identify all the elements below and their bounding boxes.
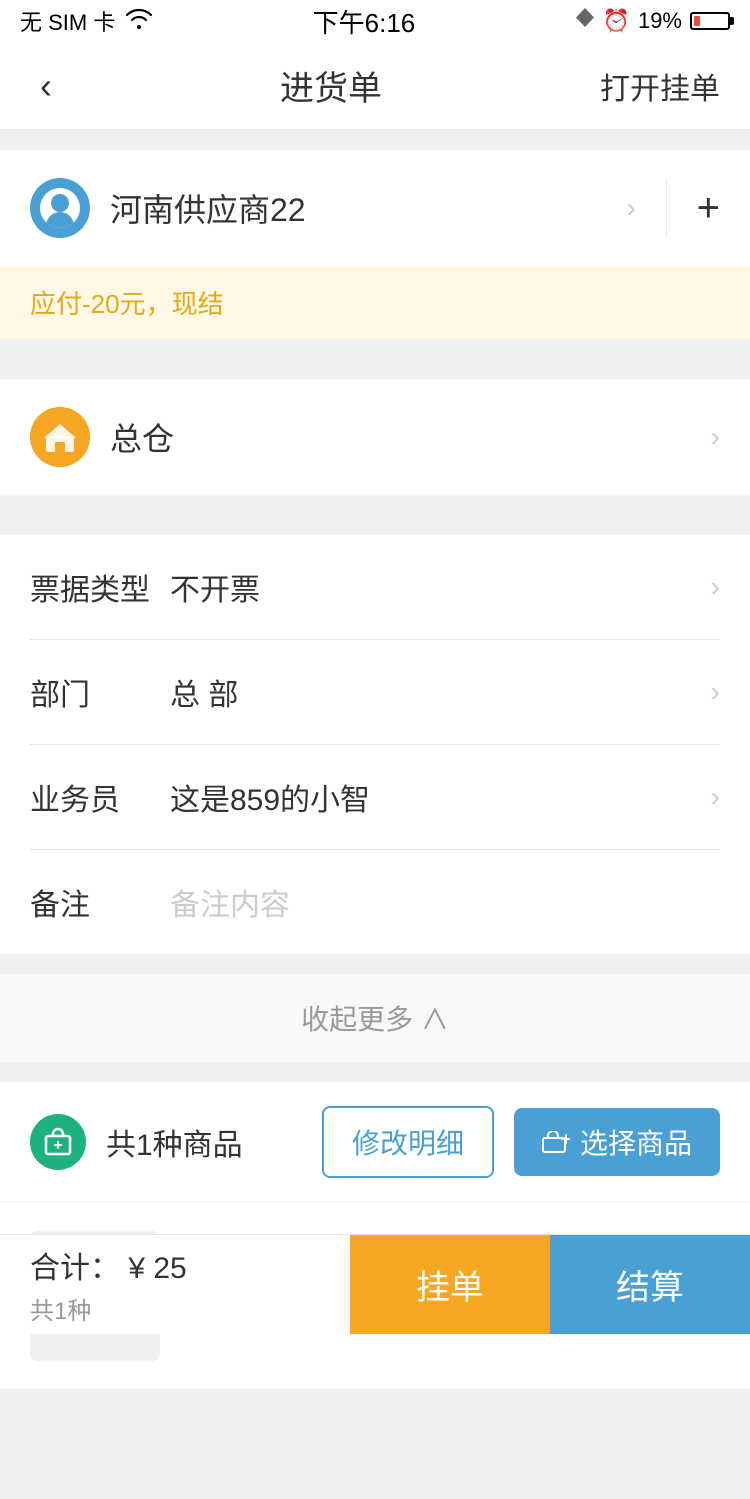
- divider-3: [0, 495, 750, 515]
- invoice-row[interactable]: 票据类型 不开票 ›: [0, 535, 750, 639]
- status-time: 下午6:16: [313, 3, 416, 40]
- staff-label: 业务员: [30, 775, 170, 819]
- form-section: 票据类型 不开票 › 部门 总 部 › 业务员 这是859的小智 › 备注 备注…: [0, 535, 750, 954]
- supplier-chevron-icon: ›: [626, 192, 635, 224]
- staff-row[interactable]: 业务员 这是859的小智 ›: [0, 745, 750, 849]
- bottom-spacer: [0, 1389, 750, 1499]
- add-supplier-button[interactable]: +: [697, 186, 720, 231]
- staff-chevron-icon: ›: [711, 781, 720, 813]
- page-title: 进货单: [280, 61, 382, 110]
- checkout-button[interactable]: 结算: [550, 1235, 750, 1334]
- total-label: 合计：: [30, 1252, 120, 1285]
- total-sub: 共1种: [30, 1291, 320, 1326]
- supplier-row[interactable]: 河南供应商22 › +: [0, 150, 750, 266]
- battery-percent: 19%: [638, 8, 682, 34]
- notice-text: 应付-20元，现结: [30, 289, 224, 319]
- dept-chevron-icon: ›: [711, 676, 720, 708]
- warehouse-name: 总仓: [110, 414, 711, 460]
- total-section: 合计： ¥ 25 共1种: [0, 1235, 350, 1334]
- carrier-label: 无 SIM 卡: [20, 5, 115, 37]
- battery-icon: [690, 12, 730, 30]
- total-main: 合计： ¥ 25: [30, 1243, 320, 1287]
- products-count: 共1种商品: [106, 1120, 322, 1164]
- products-icon: [30, 1114, 86, 1170]
- warehouse-row[interactable]: 总仓 ›: [0, 379, 750, 495]
- location-icon: [575, 7, 595, 35]
- warehouse-icon: [30, 407, 90, 467]
- invoice-chevron-icon: ›: [711, 571, 720, 603]
- warehouse-section: 总仓 ›: [0, 379, 750, 495]
- invoice-label: 票据类型: [30, 565, 170, 609]
- collapse-row[interactable]: 收起更多 ∧: [0, 974, 750, 1062]
- remark-row[interactable]: 备注 备注内容: [0, 850, 750, 954]
- open-hang-button[interactable]: 打开挂单: [600, 64, 720, 108]
- dept-row[interactable]: 部门 总 部 ›: [0, 640, 750, 744]
- status-bar: 无 SIM 卡 下午6:16 ⏰ 19%: [0, 0, 750, 42]
- back-button[interactable]: ‹: [30, 55, 62, 117]
- collapse-label: 收起更多 ∧: [301, 998, 449, 1038]
- supplier-actions: › +: [626, 178, 720, 238]
- edit-detail-button[interactable]: 修改明细: [322, 1106, 494, 1178]
- dept-label: 部门: [30, 670, 170, 714]
- invoice-value: 不开票: [170, 565, 711, 609]
- divider-1: [0, 130, 750, 150]
- alarm-icon: ⏰: [603, 8, 630, 34]
- status-right: ⏰ 19%: [575, 7, 730, 35]
- warehouse-chevron-icon: ›: [711, 421, 720, 453]
- bottom-bar: 合计： ¥ 25 共1种 挂单 结算: [0, 1234, 750, 1334]
- total-amount: ¥ 25: [128, 1252, 186, 1285]
- select-product-label: 选择商品: [580, 1122, 692, 1162]
- dept-value: 总 部: [170, 670, 711, 714]
- notice-bar: 应付-20元，现结: [0, 266, 750, 339]
- supplier-name: 河南供应商22: [110, 185, 626, 231]
- hang-button[interactable]: 挂单: [350, 1235, 550, 1334]
- remark-label: 备注: [30, 880, 170, 924]
- status-left: 无 SIM 卡: [20, 5, 153, 37]
- supplier-avatar: [30, 178, 90, 238]
- remark-input[interactable]: 备注内容: [170, 880, 720, 924]
- products-header: 共1种商品 修改明细 选择商品: [0, 1082, 750, 1202]
- supplier-divider: [666, 178, 667, 238]
- wifi-icon: [125, 7, 153, 35]
- divider-2: [0, 339, 750, 359]
- select-product-button[interactable]: 选择商品: [514, 1108, 720, 1176]
- nav-bar: ‹ 进货单 打开挂单: [0, 42, 750, 130]
- staff-value: 这是859的小智: [170, 775, 711, 819]
- supplier-section: 河南供应商22 › + 应付-20元，现结: [0, 150, 750, 339]
